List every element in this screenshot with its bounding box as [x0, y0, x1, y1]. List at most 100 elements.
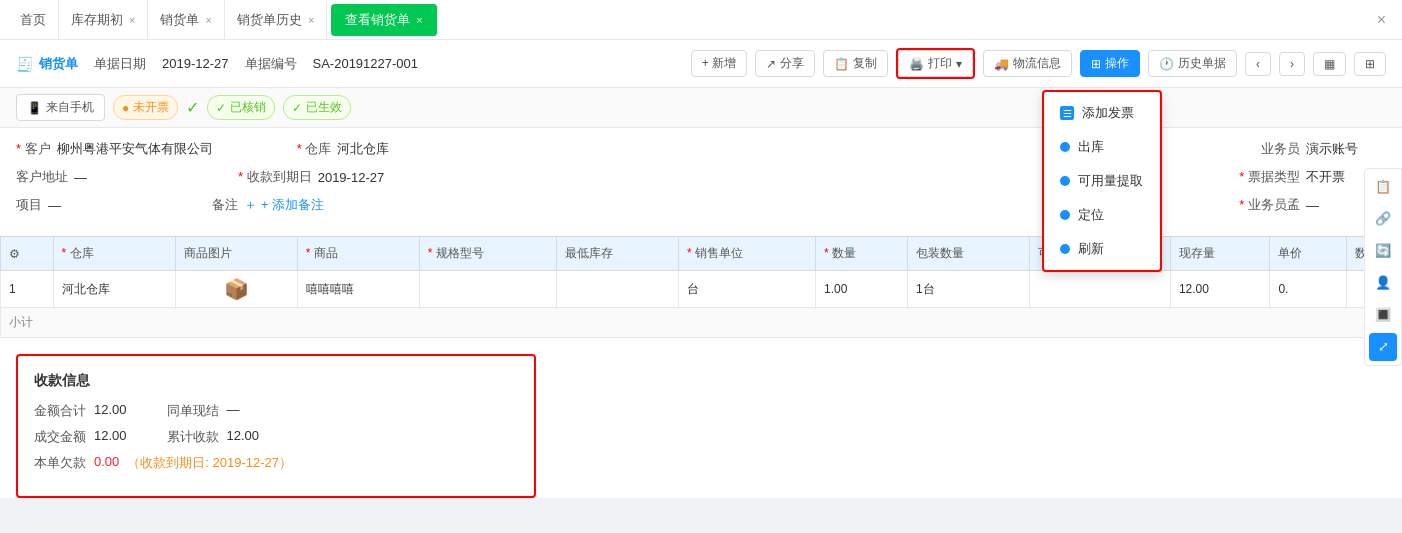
- note-label: 备注: [212, 196, 238, 214]
- status-unopened-label: 未开票: [133, 99, 169, 116]
- cell-available: [1030, 271, 1171, 308]
- grid2-button[interactable]: ⊞: [1354, 52, 1386, 76]
- payment-row-2: 成交金额 12.00 累计收款 12.00: [34, 428, 518, 446]
- dropdown-refresh[interactable]: 刷新: [1044, 232, 1160, 266]
- project-label: 项目: [16, 196, 42, 214]
- product-table: ⚙ 仓库 商品图片 商品 规格型号 最低库存 销售单位 数量 包装数量 可用量（…: [0, 236, 1402, 338]
- available-extract-label: 可用量提取: [1078, 172, 1143, 190]
- due-date-value: 2019-12-27: [318, 170, 398, 185]
- table-header: ⚙ 仓库 商品图片 商品 规格型号 最低库存 销售单位 数量 包装数量 可用量（…: [1, 237, 1402, 271]
- payment-row-3: 本单欠款 0.00 （收款到期日: 2019-12-27）: [34, 454, 518, 472]
- tab-view-sales[interactable]: 查看销货单 ×: [331, 4, 437, 36]
- col-pkg-qty: 包装数量: [908, 237, 1030, 271]
- payment-title: 收款信息: [34, 372, 518, 390]
- copy-button[interactable]: 📋 复制: [823, 50, 888, 77]
- cell-min-stock: [556, 271, 678, 308]
- due-date-field: 收款到期日 2019-12-27: [238, 168, 398, 186]
- due-date-label: 收款到期日: [238, 168, 312, 186]
- next-button[interactable]: ›: [1279, 52, 1305, 76]
- tab-view-sales-label: 查看销货单: [345, 11, 410, 29]
- tab-home[interactable]: 首页: [8, 0, 59, 40]
- grid1-button[interactable]: ▦: [1313, 52, 1346, 76]
- print-btn-wrapper: 🖨️ 打印 ▾: [896, 48, 975, 79]
- prev-button[interactable]: ‹: [1245, 52, 1271, 76]
- sidebar-user-icon[interactable]: 👤: [1369, 269, 1397, 297]
- doc-title-icon: 🧾: [16, 56, 33, 72]
- share-icon: ↗: [766, 57, 776, 71]
- new-button[interactable]: + 新增: [691, 50, 747, 77]
- print-button[interactable]: 🖨️ 打印 ▾: [898, 50, 973, 77]
- col-min-stock: 最低库存: [556, 237, 678, 271]
- window-close-icon[interactable]: ×: [1369, 11, 1394, 28]
- tab-sales-order-label: 销货单: [160, 11, 199, 29]
- logistics-button[interactable]: 🚚 物流信息: [983, 50, 1072, 77]
- right-sidebar: 📋 🔗 🔄 👤 🔳 ⤢: [1364, 168, 1402, 366]
- ops-button[interactable]: ⊞ 操作: [1080, 50, 1140, 77]
- from-phone-button[interactable]: 📱 来自手机: [16, 94, 105, 121]
- project-field: 项目 —: [16, 196, 128, 214]
- add-note-button[interactable]: ＋ + 添加备注: [244, 196, 324, 214]
- dropdown-available-extract[interactable]: 可用量提取: [1044, 164, 1160, 198]
- tab-view-sales-close[interactable]: ×: [416, 14, 422, 26]
- toolbar: + 新增 ↗ 分享 📋 复制 🖨️ 打印 ▾ 🚚 物流信息: [691, 48, 1386, 79]
- payment-owed: 本单欠款 0.00 （收款到期日: 2019-12-27）: [34, 454, 292, 472]
- tab-inventory-init[interactable]: 库存期初 ×: [59, 0, 148, 40]
- sidebar-grid-icon[interactable]: 🔳: [1369, 301, 1397, 329]
- payment-single-settle-label: 同单现结: [167, 402, 219, 420]
- form-row-2: 客户地址 — 收款到期日 2019-12-27 票据类型 不开票: [16, 168, 1386, 186]
- col-spec: 规格型号: [419, 237, 556, 271]
- doc-date-label: 单据日期: [94, 55, 146, 73]
- doc-meta: 单据日期 2019-12-27 单据编号 SA-20191227-001: [94, 55, 418, 73]
- cell-product: 嘻嘻嘻嘻: [297, 271, 419, 308]
- history-icon: 🕐: [1159, 57, 1174, 71]
- tab-bar-right: ×: [1369, 11, 1394, 29]
- note-field: 备注 ＋ + 添加备注: [212, 196, 324, 214]
- tab-sales-order-close[interactable]: ×: [205, 14, 211, 26]
- sidebar-refresh-icon[interactable]: 🔄: [1369, 237, 1397, 265]
- add-invoice-label: 添加发票: [1082, 104, 1134, 122]
- address-field: 客户地址 —: [16, 168, 154, 186]
- dropdown-add-invoice[interactable]: ☰ 添加发票: [1044, 96, 1160, 130]
- locate-icon: [1060, 210, 1070, 220]
- tab-sales-history-label: 销货单历史: [237, 11, 302, 29]
- payment-deal-label: 成交金额: [34, 428, 86, 446]
- history-button[interactable]: 🕐 历史单据: [1148, 50, 1237, 77]
- salesperson-label: 业务员孟: [1239, 196, 1300, 214]
- status-unopened-badge: ● 未开票: [113, 95, 178, 120]
- logistics-icon: 🚚: [994, 57, 1009, 71]
- col-settings[interactable]: ⚙: [1, 237, 54, 271]
- warehouse-label: 仓库: [297, 140, 332, 158]
- address-value: —: [74, 170, 154, 185]
- cell-no: 1: [1, 271, 54, 308]
- status-checked-label: 已核销: [230, 99, 266, 116]
- sidebar-expand-icon[interactable]: ⤢: [1369, 333, 1397, 361]
- cell-image: 📦: [175, 271, 297, 308]
- payment-box: 收款信息 金额合计 12.00 同单现结 — 成交金额 12.00 累计收款 1…: [16, 354, 536, 498]
- payment-cumulative-value: 12.00: [227, 428, 260, 446]
- ops-dropdown-menu: ☰ 添加发票 出库 可用量提取 定位 刷新: [1042, 90, 1162, 272]
- cell-current-stock: 12.00: [1170, 271, 1270, 308]
- product-table-container: ⚙ 仓库 商品图片 商品 规格型号 最低库存 销售单位 数量 包装数量 可用量（…: [0, 236, 1402, 338]
- cell-warehouse: 河北仓库: [53, 271, 175, 308]
- check-icon: ✓: [216, 101, 226, 115]
- dropdown-outbound[interactable]: 出库: [1044, 130, 1160, 164]
- tab-sales-order[interactable]: 销货单 ×: [148, 0, 224, 40]
- add-note-label: + 添加备注: [261, 196, 324, 214]
- project-value: —: [48, 198, 128, 213]
- col-image: 商品图片: [175, 237, 297, 271]
- ops-label: 操作: [1105, 55, 1129, 72]
- cell-unit-price: 0.: [1270, 271, 1347, 308]
- tab-inventory-init-close[interactable]: ×: [129, 14, 135, 26]
- form-section: 客户 柳州粤港平安气体有限公司 仓库 河北仓库 业务员 演示账号 客户地址 — …: [0, 128, 1402, 236]
- sidebar-doc-icon[interactable]: 📋: [1369, 173, 1397, 201]
- ticket-type-label: 票据类型: [1239, 168, 1300, 186]
- address-label: 客户地址: [16, 168, 68, 186]
- payment-total-value: 12.00: [94, 402, 127, 420]
- dropdown-locate[interactable]: 定位: [1044, 198, 1160, 232]
- sidebar-link-icon[interactable]: 🔗: [1369, 205, 1397, 233]
- tab-sales-history[interactable]: 销货单历史 ×: [225, 0, 327, 40]
- grid2-icon: ⊞: [1365, 57, 1375, 71]
- cell-qty: 1.00: [815, 271, 907, 308]
- tab-sales-history-close[interactable]: ×: [308, 14, 314, 26]
- share-button[interactable]: ↗ 分享: [755, 50, 815, 77]
